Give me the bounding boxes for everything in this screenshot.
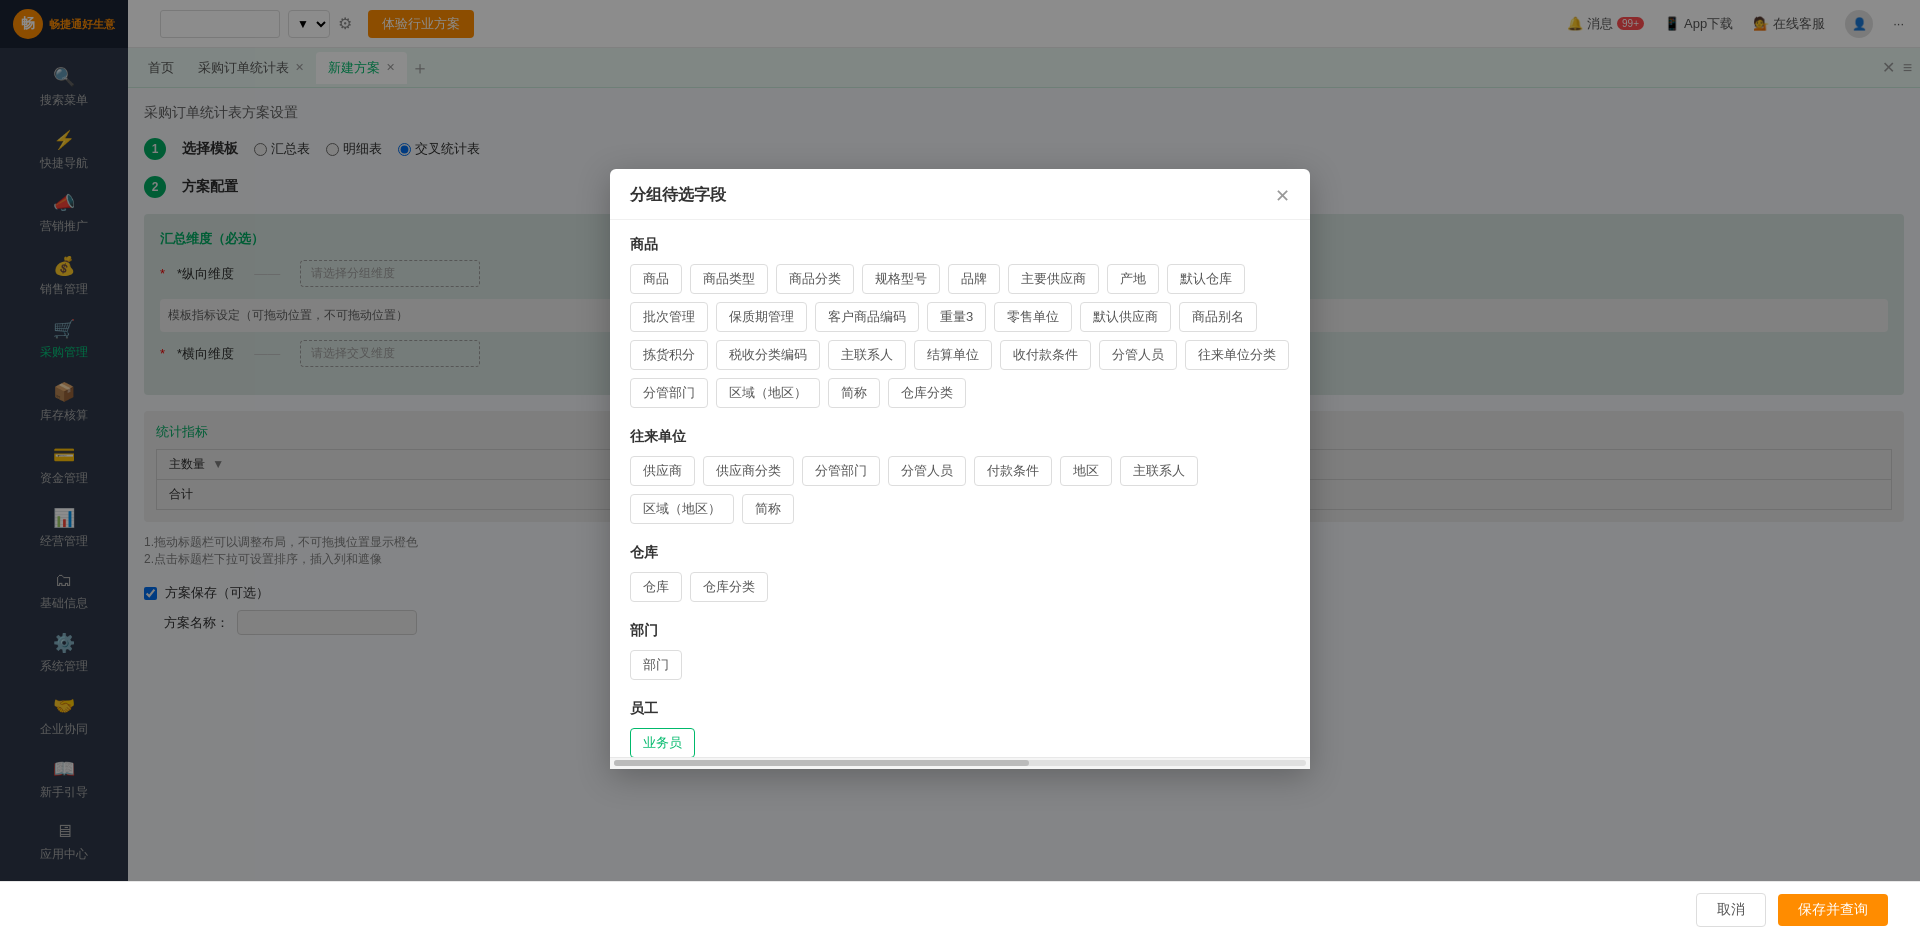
field-tag-weight[interactable]: 重量3	[927, 302, 986, 332]
modal-close-button[interactable]: ✕	[1275, 185, 1290, 207]
field-tag-retail-unit[interactable]: 零售单位	[994, 302, 1072, 332]
field-tag-p-short[interactable]: 简称	[742, 494, 794, 524]
field-tag-brand[interactable]: 品牌	[948, 264, 1000, 294]
field-tag-region[interactable]: 区域（地区）	[716, 378, 820, 408]
cancel-button[interactable]: 取消	[1696, 893, 1766, 927]
section-partners-title: 往来单位	[630, 428, 1290, 446]
field-tag-p-area[interactable]: 地区	[1060, 456, 1112, 486]
section-employee: 员工 业务员	[630, 700, 1290, 757]
dept-tags: 部门	[630, 650, 1290, 680]
section-dept-title: 部门	[630, 622, 1290, 640]
field-tag-default-supplier[interactable]: 默认供应商	[1080, 302, 1171, 332]
field-tag-goods-cat[interactable]: 商品分类	[776, 264, 854, 294]
section-warehouse-title: 仓库	[630, 544, 1290, 562]
field-tag-main-contact[interactable]: 主联系人	[828, 340, 906, 370]
modal-hscroll-thumb	[614, 760, 1029, 766]
field-tag-spec[interactable]: 规格型号	[862, 264, 940, 294]
section-warehouse: 仓库 仓库 仓库分类	[630, 544, 1290, 602]
modal-hscroll[interactable]	[610, 757, 1310, 769]
field-tag-p-manager[interactable]: 分管人员	[888, 456, 966, 486]
modal-backdrop: 分组待选字段 ✕ 商品 商品 商品类型 商品分类 规格型号 品牌 主要供应商 产…	[0, 0, 1920, 937]
field-tag-origin[interactable]: 产地	[1107, 264, 1159, 294]
field-tag-shortname[interactable]: 简称	[828, 378, 880, 408]
field-tag-default-wh[interactable]: 默认仓库	[1167, 264, 1245, 294]
modal-header: 分组待选字段 ✕	[610, 169, 1310, 220]
modal-body: 商品 商品 商品类型 商品分类 规格型号 品牌 主要供应商 产地 默认仓库 批次…	[610, 220, 1310, 757]
field-tag-dept[interactable]: 分管部门	[630, 378, 708, 408]
section-employee-title: 员工	[630, 700, 1290, 718]
field-tag-payment-terms[interactable]: 收付款条件	[1000, 340, 1091, 370]
section-goods: 商品 商品 商品类型 商品分类 规格型号 品牌 主要供应商 产地 默认仓库 批次…	[630, 236, 1290, 408]
field-tag-supplier-cat[interactable]: 供应商分类	[703, 456, 794, 486]
field-tag-supplier[interactable]: 供应商	[630, 456, 695, 486]
field-tag-batch[interactable]: 批次管理	[630, 302, 708, 332]
section-goods-title: 商品	[630, 236, 1290, 254]
field-tag-alias[interactable]: 商品别名	[1179, 302, 1257, 332]
save-button[interactable]: 保存并查询	[1778, 894, 1888, 926]
field-tag-goods-type[interactable]: 商品类型	[690, 264, 768, 294]
modal-hscroll-inner	[614, 760, 1306, 766]
action-bar: 取消 保存并查询	[0, 881, 1920, 937]
section-department: 部门 部门	[630, 622, 1290, 680]
field-tag-main-supplier[interactable]: 主要供应商	[1008, 264, 1099, 294]
field-tag-wh-type[interactable]: 仓库分类	[690, 572, 768, 602]
field-tag-salesperson[interactable]: 业务员	[630, 728, 695, 757]
field-tag-manager[interactable]: 分管人员	[1099, 340, 1177, 370]
section-partners: 往来单位 供应商 供应商分类 分管部门 分管人员 付款条件 地区 主联系人 区域…	[630, 428, 1290, 524]
field-tag-pick-score[interactable]: 拣货积分	[630, 340, 708, 370]
modal-title: 分组待选字段	[630, 185, 726, 206]
goods-tags: 商品 商品类型 商品分类 规格型号 品牌 主要供应商 产地 默认仓库 批次管理 …	[630, 264, 1290, 408]
field-tag-customer-code[interactable]: 客户商品编码	[815, 302, 919, 332]
field-tag-p-dept[interactable]: 分管部门	[802, 456, 880, 486]
employee-tags: 业务员	[630, 728, 1290, 757]
field-tag-wh-cat[interactable]: 仓库分类	[888, 378, 966, 408]
field-selection-modal: 分组待选字段 ✕ 商品 商品 商品类型 商品分类 规格型号 品牌 主要供应商 产…	[610, 169, 1310, 769]
partners-tags: 供应商 供应商分类 分管部门 分管人员 付款条件 地区 主联系人 区域（地区） …	[630, 456, 1290, 524]
field-tag-p-contact[interactable]: 主联系人	[1120, 456, 1198, 486]
field-tag-wh[interactable]: 仓库	[630, 572, 682, 602]
field-tag-tax-code[interactable]: 税收分类编码	[716, 340, 820, 370]
field-tag-goods[interactable]: 商品	[630, 264, 682, 294]
field-tag-partner-cat[interactable]: 往来单位分类	[1185, 340, 1289, 370]
warehouse-tags: 仓库 仓库分类	[630, 572, 1290, 602]
field-tag-d-dept[interactable]: 部门	[630, 650, 682, 680]
field-tag-p-payment[interactable]: 付款条件	[974, 456, 1052, 486]
field-tag-p-region[interactable]: 区域（地区）	[630, 494, 734, 524]
field-tag-shelf-life[interactable]: 保质期管理	[716, 302, 807, 332]
field-tag-settle-unit[interactable]: 结算单位	[914, 340, 992, 370]
